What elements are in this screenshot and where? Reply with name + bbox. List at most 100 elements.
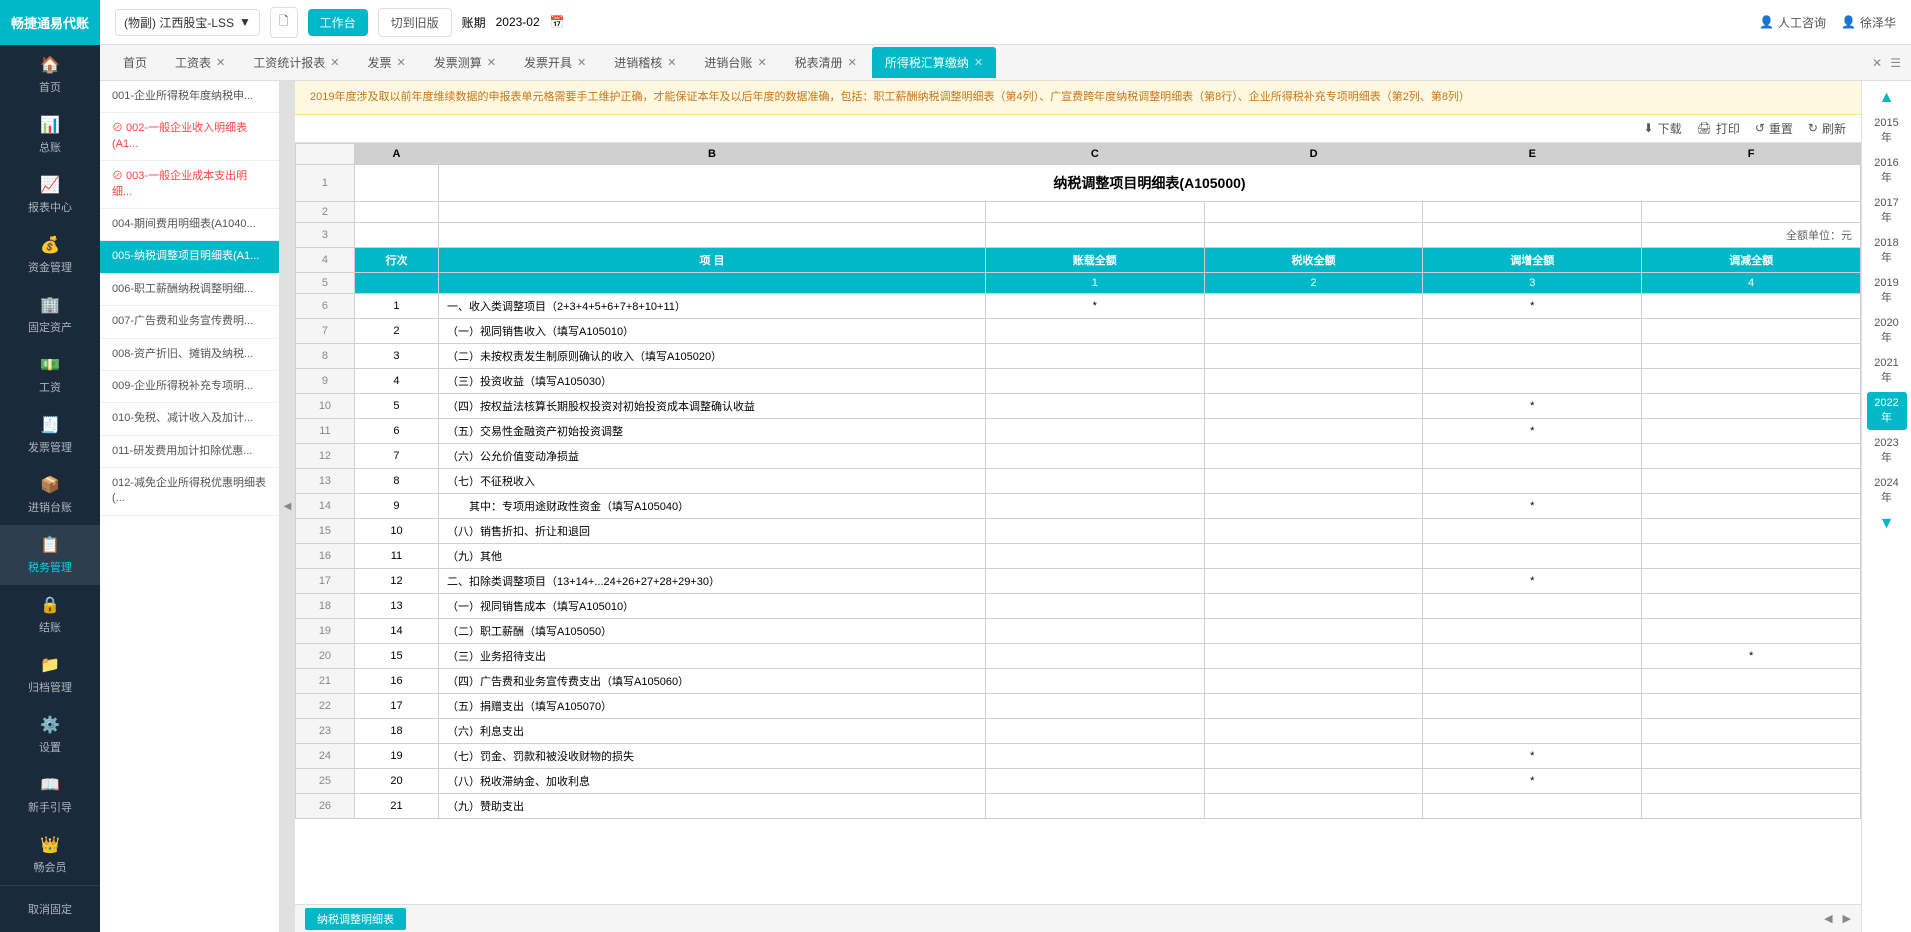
data-cell[interactable] — [1642, 593, 1861, 618]
data-cell[interactable] — [985, 593, 1204, 618]
sidebar-item-settings[interactable]: ⚙️ 设置 — [0, 705, 100, 765]
line-num-cell[interactable]: 14 — [354, 618, 438, 643]
data-cell[interactable] — [1642, 468, 1861, 493]
tab-inventory-check[interactable]: 进销稽核 ✕ — [601, 47, 689, 78]
line-num-cell[interactable]: 17 — [354, 693, 438, 718]
line-num-cell[interactable]: 8 — [354, 468, 438, 493]
data-cell[interactable] — [1642, 393, 1861, 418]
close-icon[interactable]: ✕ — [330, 56, 339, 69]
line-num-cell[interactable]: 19 — [354, 743, 438, 768]
tab-income-tax[interactable]: 所得税汇算缴纳 ✕ — [872, 47, 996, 78]
data-cell[interactable] — [985, 743, 1204, 768]
data-cell[interactable] — [1204, 468, 1423, 493]
data-cell[interactable] — [1642, 743, 1861, 768]
data-cell[interactable] — [985, 718, 1204, 743]
data-cell[interactable] — [1204, 543, 1423, 568]
data-cell[interactable] — [1423, 518, 1642, 543]
data-cell[interactable] — [1642, 693, 1861, 718]
user-menu[interactable]: 👤 徐泽华 — [1841, 14, 1896, 31]
panel-collapse-button[interactable]: ◀ — [280, 81, 295, 932]
cell[interactable] — [354, 164, 438, 201]
item-cell[interactable]: （三）业务招待支出 — [439, 643, 986, 668]
data-cell[interactable] — [1423, 793, 1642, 818]
data-cell[interactable] — [985, 443, 1204, 468]
tab-invoice-calc[interactable]: 发票测算 ✕ — [421, 47, 509, 78]
data-cell[interactable] — [1423, 643, 1642, 668]
data-cell[interactable] — [1423, 368, 1642, 393]
support-btn[interactable]: 👤 人工咨询 — [1759, 14, 1826, 31]
data-cell[interactable] — [1204, 593, 1423, 618]
item-cell[interactable]: （九）赞助支出 — [439, 793, 986, 818]
item-cell[interactable]: （四）广告费和业务宣传费支出（填写A105060） — [439, 668, 986, 693]
line-num-cell[interactable]: 13 — [354, 593, 438, 618]
data-cell[interactable] — [1204, 493, 1423, 518]
data-cell[interactable] — [1423, 468, 1642, 493]
data-cell[interactable] — [1642, 443, 1861, 468]
data-cell[interactable] — [1642, 668, 1861, 693]
data-cell[interactable] — [1642, 493, 1861, 518]
data-cell[interactable]: * — [1642, 643, 1861, 668]
menu-icon[interactable]: ☰ — [1890, 56, 1901, 70]
tab-payroll-report[interactable]: 工资统计报表 ✕ — [240, 47, 352, 78]
year-2017[interactable]: 2017年 — [1867, 192, 1907, 230]
sidebar-item-invoice[interactable]: 🧾 发票管理 — [0, 405, 100, 465]
line-num-cell[interactable]: 7 — [354, 443, 438, 468]
scroll-right-icon[interactable]: ▶ — [1843, 912, 1851, 925]
sidebar-item-reports[interactable]: 📈 报表中心 — [0, 165, 100, 225]
item-cell[interactable]: （四）按权益法核算长期股权投资对初始投资成本调整确认收益 — [439, 393, 986, 418]
line-num-cell[interactable]: 16 — [354, 668, 438, 693]
old-version-button[interactable]: 切到旧版 — [378, 8, 452, 37]
copy-button[interactable]: 🗋 — [270, 7, 298, 38]
item-cell[interactable]: （六）利息支出 — [439, 718, 986, 743]
tab-tax-forms[interactable]: 税表清册 ✕ — [782, 47, 870, 78]
data-cell[interactable] — [1204, 643, 1423, 668]
form-item-001[interactable]: 001-企业所得税年度纳税申... — [100, 81, 279, 113]
form-item-005[interactable]: 005-纳税调整项目明细表(A1... — [100, 241, 279, 273]
line-num-cell[interactable]: 15 — [354, 643, 438, 668]
item-cell[interactable]: 二、扣除类调整项目（13+14+...24+26+27+28+29+30） — [439, 568, 986, 593]
line-num-cell[interactable]: 4 — [354, 368, 438, 393]
download-button[interactable]: ⬇ 下载 — [1644, 120, 1682, 137]
data-cell[interactable] — [985, 518, 1204, 543]
cell[interactable] — [354, 201, 438, 222]
tab-invoice-open[interactable]: 发票开具 ✕ — [511, 47, 599, 78]
tab-home[interactable]: 首页 — [110, 47, 160, 78]
item-cell[interactable]: （五）交易性金融资产初始投资调整 — [439, 418, 986, 443]
item-cell[interactable]: （二）职工薪酬（填写A105050） — [439, 618, 986, 643]
data-cell[interactable] — [985, 343, 1204, 368]
close-all-icon[interactable]: ✕ — [1872, 56, 1882, 70]
data-cell[interactable] — [1642, 418, 1861, 443]
form-item-010[interactable]: 010-免税、减计收入及加计... — [100, 403, 279, 435]
data-cell[interactable] — [1642, 343, 1861, 368]
data-cell[interactable] — [1423, 718, 1642, 743]
sidebar-item-payroll[interactable]: 💵 工资 — [0, 345, 100, 405]
line-num-cell[interactable]: 3 — [354, 343, 438, 368]
cell[interactable] — [1423, 222, 1642, 247]
form-item-003[interactable]: ⊘ 003-一般企业成本支出明细... — [100, 161, 279, 209]
data-cell[interactable] — [985, 468, 1204, 493]
workbench-button[interactable]: 工作台 — [308, 9, 368, 36]
cell[interactable] — [985, 222, 1204, 247]
item-cell[interactable]: （八）税收滞纳金、加收利息 — [439, 768, 986, 793]
year-up-button[interactable]: ▲ — [1876, 86, 1898, 110]
close-icon[interactable]: ✕ — [577, 56, 586, 69]
data-cell[interactable] — [985, 393, 1204, 418]
data-cell[interactable] — [1204, 618, 1423, 643]
sidebar-item-home[interactable]: 🏠 首页 — [0, 45, 100, 105]
data-cell[interactable] — [1204, 793, 1423, 818]
year-2020[interactable]: 2020年 — [1867, 312, 1907, 350]
close-icon[interactable]: ✕ — [667, 56, 676, 69]
sidebar-item-guide[interactable]: 📖 新手引导 — [0, 765, 100, 825]
sidebar-item-purchase[interactable]: 📦 进销台账 — [0, 465, 100, 525]
year-2016[interactable]: 2016年 — [1867, 152, 1907, 190]
data-cell[interactable]: * — [1423, 293, 1642, 318]
cell[interactable] — [439, 222, 986, 247]
line-num-cell[interactable]: 18 — [354, 718, 438, 743]
data-cell[interactable]: * — [1423, 493, 1642, 518]
data-cell[interactable]: * — [1423, 393, 1642, 418]
close-icon[interactable]: ✕ — [848, 56, 857, 69]
item-cell[interactable]: （三）投资收益（填写A105030） — [439, 368, 986, 393]
data-cell[interactable] — [1642, 793, 1861, 818]
year-2023[interactable]: 2023年 — [1867, 432, 1907, 470]
item-cell[interactable]: （二）未按权责发生制原则确认的收入（填写A105020） — [439, 343, 986, 368]
